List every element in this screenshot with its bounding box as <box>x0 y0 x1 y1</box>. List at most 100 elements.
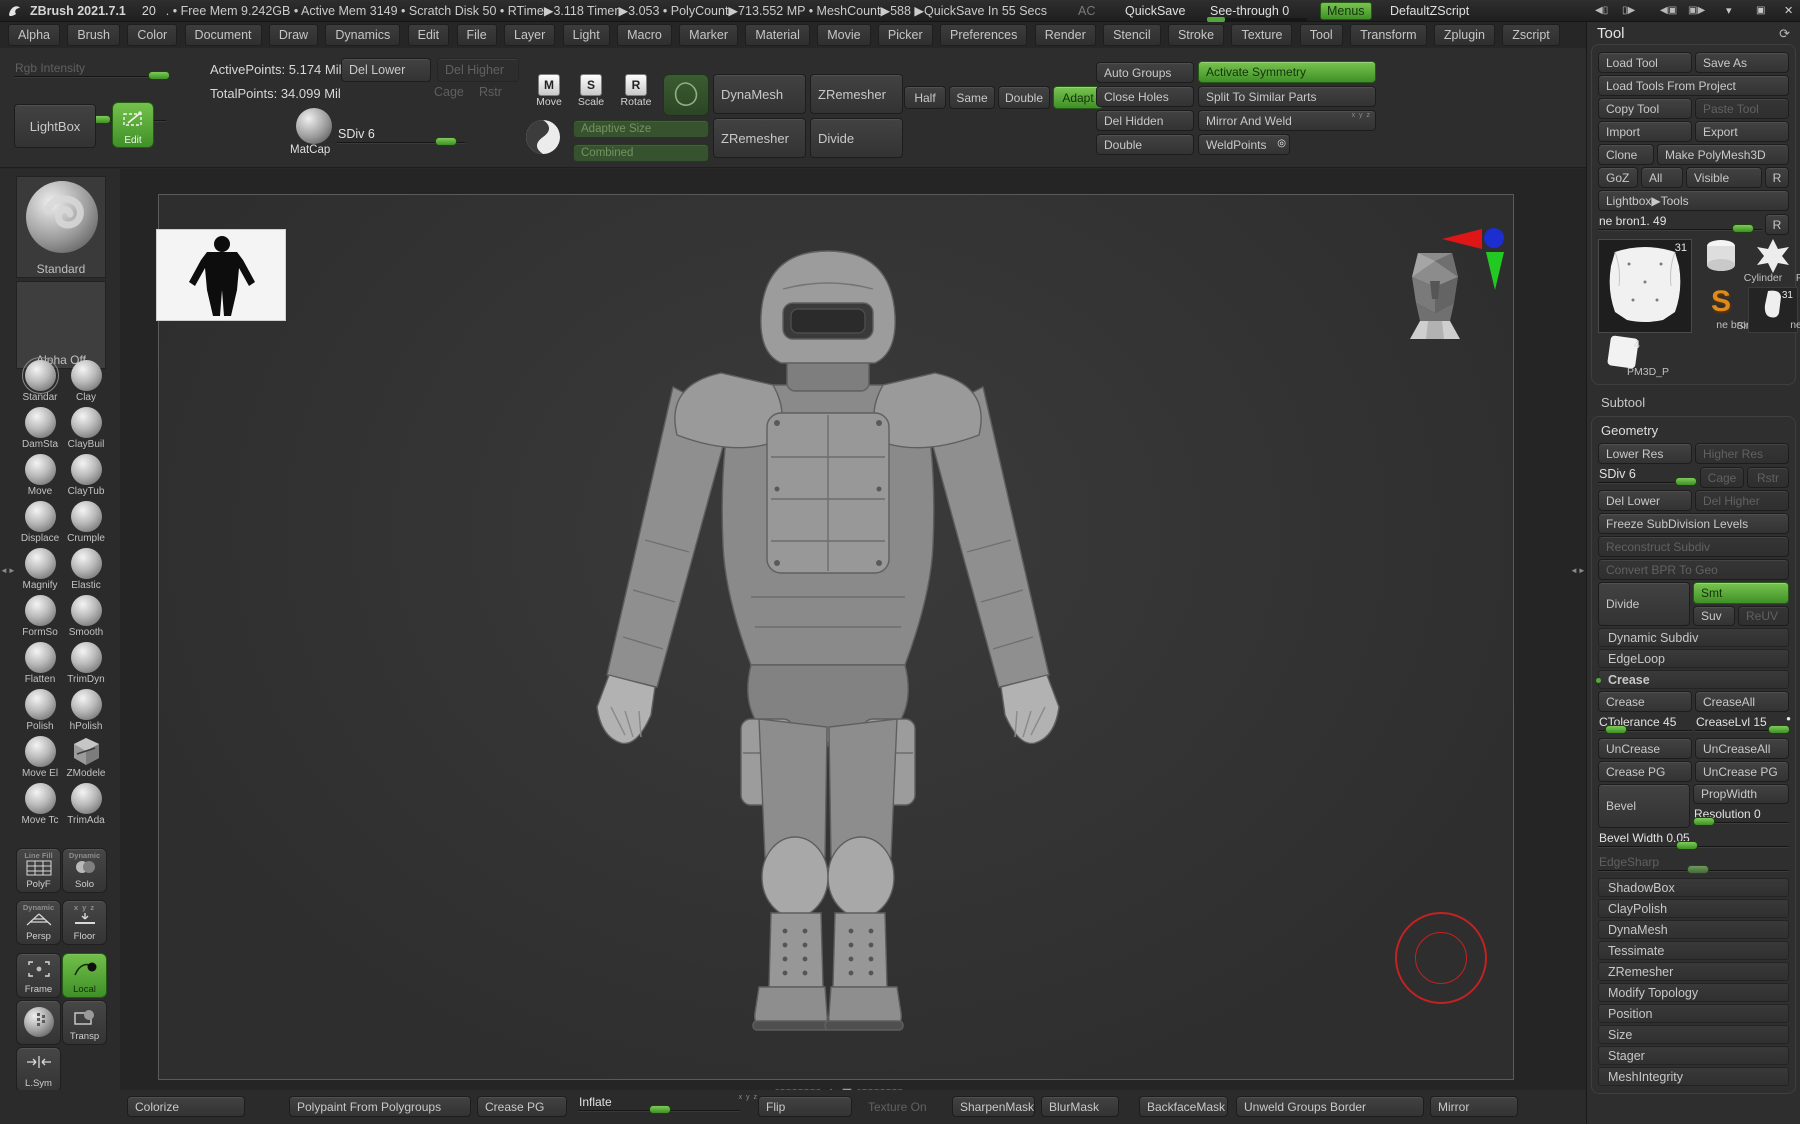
bevel-button[interactable]: Bevel <box>1598 784 1690 828</box>
tool-thumb-cylinder[interactable]: Cylinder <box>1696 239 1782 285</box>
axis-gizmo[interactable] <box>1442 225 1508 295</box>
crease-button[interactable]: Crease <box>1598 691 1692 712</box>
move-gyro-button[interactable]: M Move <box>531 74 567 108</box>
crease-pg-button[interactable]: Crease PG <box>477 1096 567 1117</box>
colorize-button[interactable]: Colorize <box>127 1096 245 1117</box>
brush-move-elastic[interactable]: Move El <box>17 736 63 779</box>
clone-button[interactable]: Clone <box>1598 144 1654 165</box>
section-dynamesh[interactable]: DynaMesh <box>1598 920 1789 939</box>
local-symmetry-toggle[interactable]: L.Sym <box>16 1047 61 1092</box>
geometry-del-lower-button[interactable]: Del Lower <box>1598 490 1692 511</box>
geometry-divide-button[interactable]: Divide <box>1598 582 1690 626</box>
brush-smooth[interactable]: Smooth <box>63 595 109 638</box>
brush-move[interactable]: Move <box>17 454 63 497</box>
refresh-icon[interactable]: ⟳ <box>1779 26 1790 42</box>
sculptris-sphere-icon[interactable] <box>524 118 562 156</box>
menu-texture[interactable]: Texture <box>1231 24 1293 46</box>
see-through-track[interactable] <box>1207 17 1307 22</box>
brush-trimdynamic[interactable]: TrimDyn <box>63 642 109 685</box>
perspective-toggle[interactable]: Dynamic Persp <box>16 900 61 945</box>
load-tool-button[interactable]: Load Tool <box>1598 52 1692 73</box>
right-tray-divider-arrows[interactable]: ◄► <box>1570 566 1586 575</box>
tool-r-button[interactable]: R <box>1765 214 1789 235</box>
sdiv-slider[interactable]: SDiv 6 <box>337 126 465 148</box>
scale-gyro-button[interactable]: S Scale <box>573 74 609 108</box>
brush-zmodeler[interactable]: ZModele <box>63 736 109 779</box>
brush-crumple[interactable]: Crumple <box>63 501 109 544</box>
brush-move-topological[interactable]: Move Tc <box>17 783 63 826</box>
floor-toggle[interactable]: x y z Floor <box>62 900 107 945</box>
brush-damstandard[interactable]: DamSta <box>17 407 63 450</box>
menu-movie[interactable]: Movie <box>817 24 871 46</box>
weld-points-button[interactable]: WeldPoints ◎ <box>1198 134 1290 155</box>
dynamesh-button[interactable]: DynaMesh <box>713 74 806 114</box>
default-zscript-button[interactable]: DefaultZScript <box>1390 4 1469 18</box>
tool-thumb-nebron[interactable]: 31 ne bron <box>1748 287 1800 333</box>
double-sided-button[interactable]: Double <box>1096 134 1194 155</box>
minimize-icon[interactable]: ▾ <box>1726 4 1732 17</box>
rstr-toggle[interactable]: Rstr <box>1747 467 1789 488</box>
menu-light[interactable]: Light <box>562 24 610 46</box>
rgb-intensity-slider[interactable]: Rgb Intensity <box>14 60 171 82</box>
menu-material[interactable]: Material <box>745 24 810 46</box>
propwidth-toggle[interactable]: PropWidth <box>1693 784 1789 804</box>
del-higher-button[interactable]: Del Higher <box>437 58 519 82</box>
material-grid-toggle[interactable] <box>16 1000 61 1045</box>
brush-claybuildup[interactable]: ClayBuil <box>63 407 109 450</box>
brush-polish[interactable]: Polish <box>17 689 63 732</box>
rstr-button[interactable]: Rstr <box>479 85 502 99</box>
menus-button[interactable]: Menus <box>1320 2 1372 20</box>
crease-all-button[interactable]: CreaseAll <box>1695 691 1789 712</box>
geometry-del-higher-button[interactable]: Del Higher <box>1695 490 1789 511</box>
menu-draw[interactable]: Draw <box>268 24 319 46</box>
polyframe-fill-toggle[interactable]: Line Fill PolyF <box>16 848 61 893</box>
section-position[interactable]: Position <box>1598 1004 1789 1023</box>
close-icon[interactable]: ✕ <box>1784 4 1793 17</box>
reuv-button[interactable]: ReUV <box>1738 606 1789 626</box>
half-button[interactable]: Half <box>904 86 946 109</box>
brush-trimadaptive[interactable]: TrimAda <box>63 783 109 826</box>
inflate-xyz-toggles[interactable]: x y z <box>739 1094 758 1101</box>
double-button[interactable]: Double <box>998 86 1050 109</box>
save-as-button[interactable]: Save As <box>1695 52 1789 73</box>
uncrease-all-button[interactable]: UnCreaseAll <box>1695 738 1789 759</box>
cage-button[interactable]: Cage <box>434 85 464 99</box>
menu-edit[interactable]: Edit <box>407 24 450 46</box>
unweld-groups-border-button[interactable]: Unweld Groups Border <box>1236 1096 1424 1117</box>
rotate-gyro-button[interactable]: R Rotate <box>616 74 656 108</box>
goz-visible-button[interactable]: Visible <box>1686 167 1762 188</box>
polyframe-button[interactable] <box>663 74 709 116</box>
sculpted-armor-figure[interactable] <box>545 245 1111 1035</box>
adaptive-size-toggle[interactable]: Adaptive Size <box>573 120 709 138</box>
mirror-weld-xyz-toggles[interactable]: x y z <box>1352 112 1371 119</box>
inflate-slider[interactable]: Inflate x y z <box>578 1094 757 1116</box>
load-tools-from-project-button[interactable]: Load Tools From Project <box>1598 75 1789 96</box>
menu-picker[interactable]: Picker <box>877 24 933 46</box>
smt-toggle[interactable]: Smt <box>1693 582 1789 604</box>
menu-stroke[interactable]: Stroke <box>1167 24 1225 46</box>
export-button[interactable]: Export <box>1695 121 1789 142</box>
menu-document[interactable]: Document <box>184 24 262 46</box>
close-holes-button[interactable]: Close Holes <box>1096 86 1194 107</box>
brush-magnify[interactable]: Magnify <box>17 548 63 591</box>
window-next-icon[interactable]: ▣▶ <box>1688 5 1705 16</box>
higher-res-button[interactable]: Higher Res <box>1695 443 1789 464</box>
auto-groups-button[interactable]: Auto Groups <box>1096 62 1194 83</box>
tool-select-slider[interactable]: ne bron1. 49 <box>1598 213 1762 235</box>
section-tessimate[interactable]: Tessimate <box>1598 941 1789 960</box>
section-zremesher[interactable]: ZRemesher <box>1598 962 1789 981</box>
tool-thumb-simplebrush[interactable]: S SimpleB <box>1696 287 1776 333</box>
goz-all-button[interactable]: All <box>1641 167 1683 188</box>
blur-mask-button[interactable]: BlurMask <box>1041 1096 1119 1117</box>
section-claypolish[interactable]: ClayPolish <box>1598 899 1789 918</box>
crease-section[interactable]: Crease <box>1596 670 1789 689</box>
freeze-subdivision-levels-button[interactable]: Freeze SubDivision Levels <box>1598 513 1789 534</box>
bevel-width-slider[interactable]: Bevel Width 0.05 <box>1598 830 1789 852</box>
transparency-toggle[interactable]: Transp <box>62 1000 107 1045</box>
menu-dynamics[interactable]: Dynamics <box>325 24 401 46</box>
menu-zscript[interactable]: Zscript <box>1502 24 1560 46</box>
crease-pg-panel-button[interactable]: Crease PG <box>1598 761 1692 782</box>
brush-elastic[interactable]: Elastic <box>63 548 109 591</box>
del-hidden-button[interactable]: Del Hidden <box>1096 110 1194 131</box>
quicksave-button[interactable]: QuickSave <box>1125 4 1185 18</box>
